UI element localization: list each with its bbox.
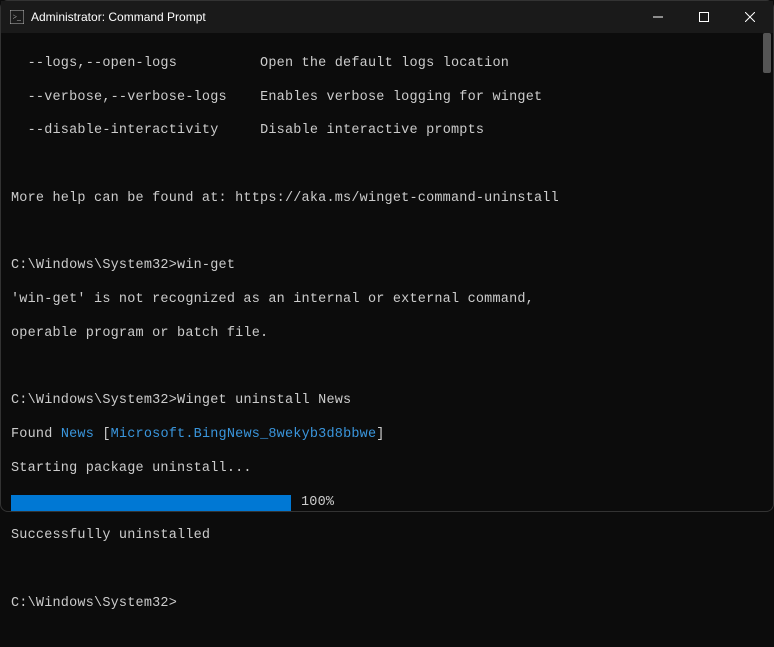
blank-line — [11, 360, 763, 377]
starting-line: Starting package uninstall... — [11, 461, 763, 478]
help-line: --disable-interactivity Disable interact… — [11, 123, 763, 140]
window-title: Administrator: Command Prompt — [31, 10, 206, 24]
blank-line — [11, 562, 763, 579]
maximize-button[interactable] — [681, 1, 727, 33]
more-help-line: More help can be found at: https://aka.m… — [11, 191, 763, 208]
command-text: Winget uninstall News — [177, 393, 351, 408]
flag-text: --disable-interactivity — [11, 123, 219, 138]
close-icon — [745, 12, 755, 22]
minimize-button[interactable] — [635, 1, 681, 33]
progress-line: 100% — [11, 495, 763, 512]
help-line: --verbose,--verbose-logs Enables verbose… — [11, 90, 763, 107]
close-button[interactable] — [727, 1, 773, 33]
package-name: News — [61, 427, 94, 442]
found-line: Found News [Microsoft.BingNews_8wekyb3d8… — [11, 427, 763, 444]
bracket: ] — [376, 427, 384, 442]
prompt-line: C:\Windows\System32>win-get — [11, 258, 763, 275]
help-line: --logs,--open-logs Open the default logs… — [11, 56, 763, 73]
scrollbar-thumb[interactable] — [763, 33, 771, 73]
terminal-output[interactable]: --logs,--open-logs Open the default logs… — [1, 33, 773, 511]
prompt-path: C:\Windows\System32> — [11, 258, 177, 273]
error-line: 'win-get' is not recognized as an intern… — [11, 292, 763, 309]
bracket: [ — [94, 427, 111, 442]
success-line: Successfully uninstalled — [11, 528, 763, 545]
error-line: operable program or batch file. — [11, 326, 763, 343]
progress-bar — [11, 495, 291, 511]
progress-percent: 100% — [301, 495, 334, 512]
prompt-line: C:\Windows\System32> — [11, 596, 763, 613]
flag-text: --logs,--open-logs — [11, 56, 177, 71]
svg-text:>_: >_ — [13, 13, 21, 22]
flag-text: --verbose,--verbose-logs — [11, 90, 227, 105]
command-text: win-get — [177, 258, 235, 273]
package-id: Microsoft.BingNews_8wekyb3d8bbwe — [111, 427, 377, 442]
window-titlebar: >_ Administrator: Command Prompt — [1, 1, 773, 33]
desc-text: Disable interactive prompts — [260, 123, 484, 138]
titlebar-left: >_ Administrator: Command Prompt — [9, 9, 206, 25]
prompt-path: C:\Windows\System32> — [11, 596, 177, 611]
blank-line — [11, 225, 763, 242]
desc-text: Open the default logs location — [260, 56, 509, 71]
blank-line — [11, 157, 763, 174]
found-prefix: Found — [11, 427, 61, 442]
maximize-icon — [699, 12, 709, 22]
window-controls — [635, 1, 773, 33]
prompt-path: C:\Windows\System32> — [11, 393, 177, 408]
desc-text: Enables verbose logging for winget — [260, 90, 542, 105]
cmd-icon: >_ — [9, 9, 25, 25]
prompt-line: C:\Windows\System32>Winget uninstall New… — [11, 393, 763, 410]
minimize-icon — [653, 12, 663, 22]
